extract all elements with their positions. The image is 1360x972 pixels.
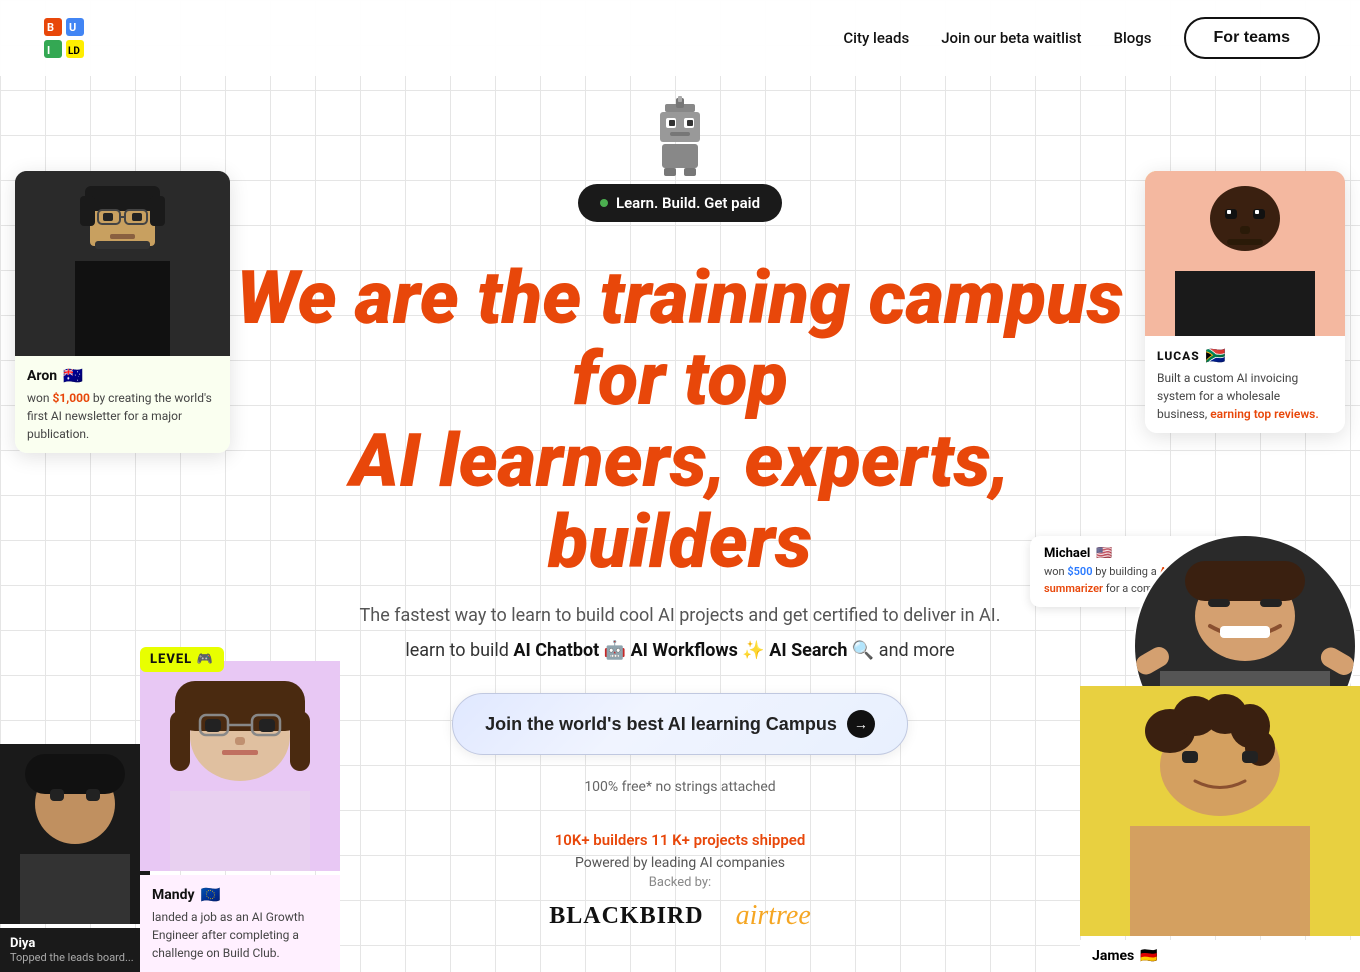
diya-card-body: Diya Topped the leads board...: [0, 928, 150, 972]
hero-title-line1: We are the training campus for top: [236, 255, 1123, 423]
card-lucas: ⭐: [1145, 171, 1345, 433]
card-diya: Diya Topped the leads board...: [0, 744, 150, 972]
badge-dot: [600, 199, 608, 207]
james-name: James 🇩🇪: [1092, 948, 1348, 964]
nav-city-leads[interactable]: City leads: [843, 29, 909, 47]
card-mandy: LEVEL 🎮 Mandy 🇪: [140, 661, 340, 972]
michael-flag: 🇺🇸: [1096, 546, 1112, 561]
mandy-desc: landed a job as an AI Growth Engineer af…: [152, 908, 328, 962]
cta-join-button[interactable]: Join the world's best AI learning Campus…: [452, 693, 908, 755]
level-badge: LEVEL 🎮: [140, 647, 224, 672]
lucas-highlight: earning top reviews.: [1210, 407, 1319, 421]
robot-area: [0, 96, 1360, 176]
learn-badge: Learn. Build. Get paid: [578, 184, 782, 222]
aron-flag: 🇦🇺: [63, 366, 83, 385]
aron-photo: [15, 171, 230, 356]
lucas-name: LUCAS 🇿🇦: [1157, 346, 1333, 365]
diya-name: Diya: [10, 936, 140, 951]
navbar: B U I LD City leads Join our beta waitli…: [0, 0, 1360, 76]
nav-beta-waitlist[interactable]: Join our beta waitlist: [941, 29, 1081, 47]
lucas-flag: 🇿🇦: [1206, 346, 1226, 365]
hero-title-line2: AI learners, experts, builders: [350, 418, 1010, 586]
mandy-card-body: Mandy 🇪🇺 landed a job as an AI Growth En…: [140, 875, 340, 972]
nav-links: City leads Join our beta waitlist Blogs …: [843, 17, 1320, 59]
tag-search: AI Search 🔍: [769, 640, 879, 661]
lucas-desc: Built a custom AI invoicing system for a…: [1157, 369, 1333, 423]
mandy-flag: 🇪🇺: [201, 885, 221, 904]
logo-icon: B U I LD: [40, 14, 88, 62]
tags-suffix: and more: [879, 640, 955, 661]
badge-text: Learn. Build. Get paid: [616, 194, 760, 212]
svg-text:I: I: [47, 44, 50, 57]
svg-text:B: B: [47, 21, 54, 34]
cta-button-label: Join the world's best AI learning Campus: [485, 714, 837, 735]
lucas-photo: [1145, 171, 1345, 336]
james-flag: 🇩🇪: [1140, 948, 1157, 964]
tag-chatbot: AI Chatbot 🤖: [513, 640, 630, 661]
aron-money: $1,000: [52, 391, 89, 405]
aron-card-body: Aron 🇦🇺 won $1,000 by creating the world…: [15, 356, 230, 453]
hero-subtitle: The fastest way to learn to build cool A…: [330, 602, 1030, 631]
tag-workflows: AI Workflows ✨: [631, 640, 770, 661]
nav-blogs[interactable]: Blogs: [1114, 29, 1152, 47]
cta-arrow-icon: →: [847, 710, 875, 738]
sponsor-airtree: airtree: [736, 900, 811, 932]
james-card-body: James 🇩🇪: [1080, 940, 1360, 972]
card-aron: Aron 🇦🇺 won $1,000 by creating the world…: [15, 171, 230, 453]
svg-text:U: U: [69, 21, 76, 34]
pixel-robot-icon: [640, 96, 720, 176]
card-james-wrap: James 🇩🇪: [1080, 686, 1360, 972]
aron-desc: won $1,000 by creating the world's first…: [27, 389, 218, 443]
lucas-card-body: LUCAS 🇿🇦 Built a custom AI invoicing sys…: [1145, 336, 1345, 433]
mandy-name: Mandy 🇪🇺: [152, 885, 328, 904]
svg-text:LD: LD: [68, 46, 80, 57]
aron-name: Aron 🇦🇺: [27, 366, 218, 385]
sponsor-blackbird: BLACKBIRD: [549, 903, 703, 930]
nav-for-teams-button[interactable]: For teams: [1184, 17, 1320, 59]
logo[interactable]: B U I LD: [40, 14, 88, 62]
tags-prefix: learn to build: [405, 640, 509, 661]
diya-desc: Topped the leads board...: [10, 951, 140, 964]
hero-title: We are the training campus for top AI le…: [230, 258, 1130, 584]
